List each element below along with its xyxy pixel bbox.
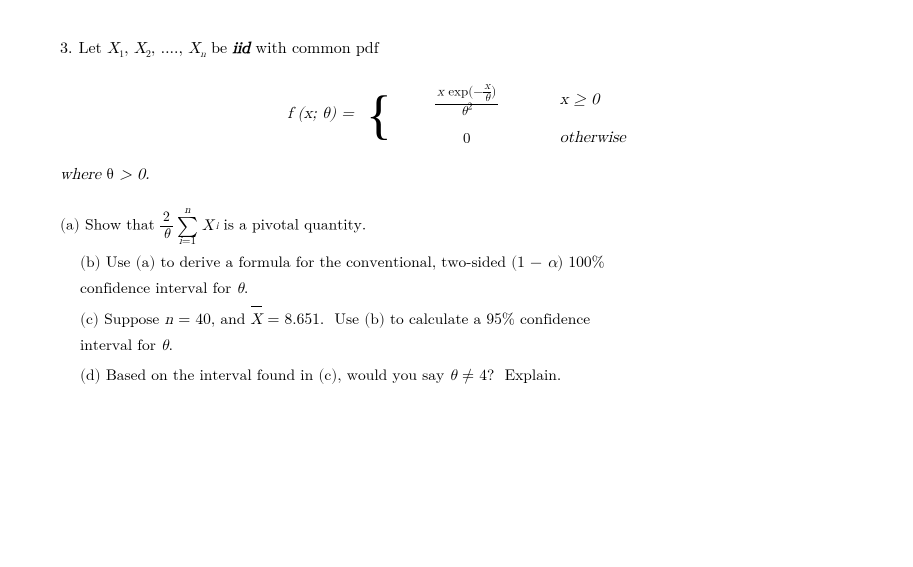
cases-table: x exp(−xθ) θ2 x ≥ 0 0 otherwise — [402, 81, 626, 148]
left-brace: { — [366, 88, 392, 142]
case1-fraction: x exp(−xθ) θ2 — [435, 81, 498, 119]
sigma-lower: i=1 — [179, 236, 196, 247]
case2-condition: otherwise — [560, 129, 626, 148]
summation: n ∑ i=1 — [177, 205, 198, 247]
part-a: (a) Show that 2 θ n ∑ i=1 Xi is a pivota… — [60, 205, 853, 247]
pdf-definition: f (x; θ) = { x exp(−xθ) θ2 — [60, 81, 853, 148]
case1-expr: x exp(−xθ) θ2 — [402, 81, 532, 119]
part-a-fraction-sigma: 2 θ n ∑ i=1 Xi — [160, 205, 219, 247]
case1-condition: x ≥ 0 — [560, 91, 600, 110]
brace-cases: { x exp(−xθ) θ2 x ≥ 0 — [366, 81, 626, 148]
sigma-upper: n — [184, 205, 190, 216]
case-row-1: x exp(−xθ) θ2 x ≥ 0 — [402, 81, 626, 119]
case1-denominator: θ2 — [459, 105, 474, 119]
part-b: (b) Use (a) to derive a formula for the … — [60, 251, 853, 302]
case2-expr: 0 — [402, 130, 532, 148]
f-label: f (x; θ) = — [287, 105, 353, 124]
where-line: where θ > 0. — [60, 166, 853, 185]
x-bar: X — [251, 306, 263, 334]
page-container: 3. Let X1, X2, ...., Xn be iid with comm… — [0, 0, 913, 567]
part-c: (c) Suppose n = 40, and X = 8.651. Use (… — [60, 306, 853, 359]
problem-number-label: 3. — [60, 40, 72, 59]
xi-var: X — [202, 214, 214, 240]
sigma-symbol: ∑ — [177, 216, 198, 236]
problem-intro-text: Let X1, X2, ...., Xn be iid with common … — [78, 40, 378, 59]
case-row-2: 0 otherwise — [402, 129, 626, 148]
part-d: (d) Based on the interval found in (c), … — [60, 364, 853, 390]
parts-container: (a) Show that 2 θ n ∑ i=1 Xi is a pivota… — [60, 205, 853, 389]
problem-header: 3. Let X1, X2, ...., Xn be iid with comm… — [60, 40, 853, 59]
